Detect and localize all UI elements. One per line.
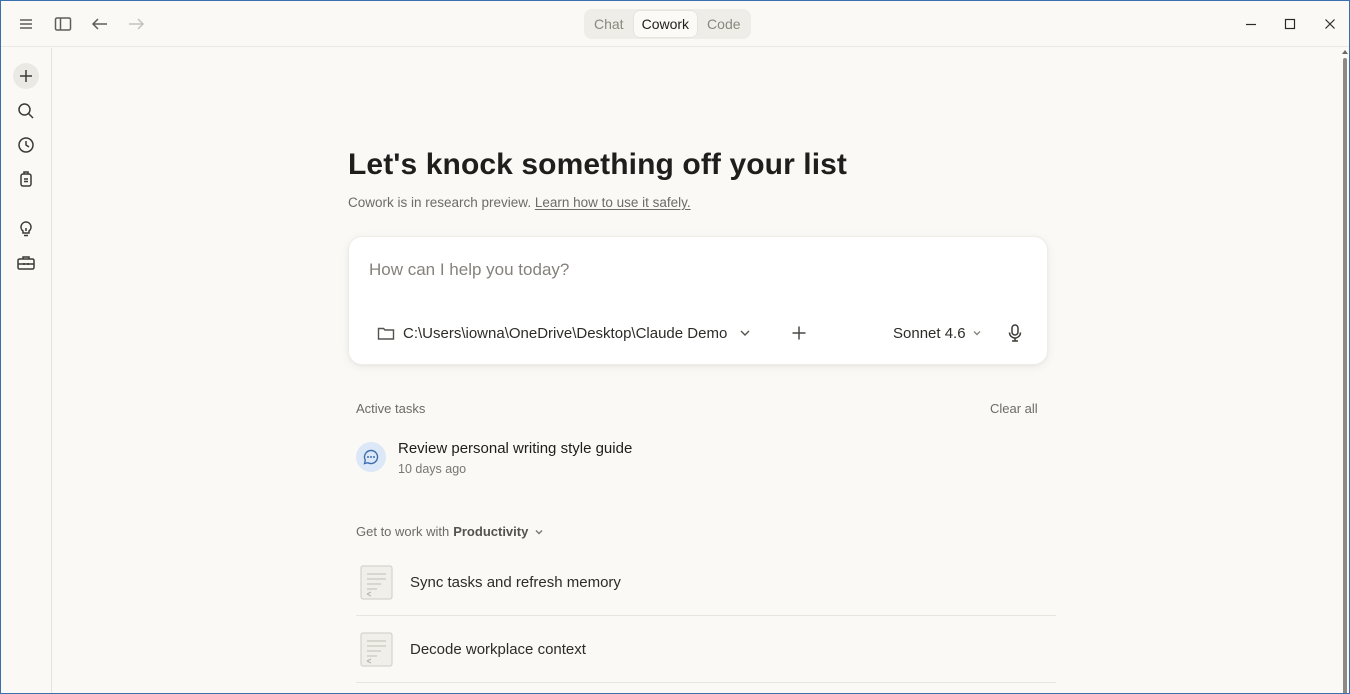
suggestion-label: Decode workplace context [410, 641, 586, 658]
search-button[interactable] [13, 98, 39, 124]
sidebar-toggle-icon[interactable] [50, 11, 76, 37]
page-title: Let's knock something off your list [348, 148, 848, 181]
folder-path: C:\Users\iowna\OneDrive\Desktop\Claude D… [403, 324, 728, 342]
mode-switch: Chat Cowork Code [584, 9, 751, 39]
voice-input-button[interactable] [1003, 321, 1027, 345]
category-prefix: Get to work with [356, 524, 450, 539]
preview-text: Cowork is in research preview. [348, 195, 532, 210]
clock-icon [17, 136, 35, 154]
task-title: Review personal writing style guide [398, 440, 633, 457]
document-icon [360, 632, 393, 667]
scroll-thumb[interactable] [1343, 58, 1347, 693]
suggestion-label: Sync tasks and refresh memory [410, 574, 621, 591]
research-preview-note: Cowork is in research preview. Learn how… [348, 195, 691, 210]
model-name: Sonnet 4.6 [893, 324, 966, 342]
folder-icon [377, 325, 395, 341]
document-icon [360, 565, 393, 600]
tab-code[interactable]: Code [699, 11, 748, 37]
active-tasks-label: Active tasks [356, 401, 426, 416]
main-content: Let's knock something off your list Cowo… [53, 48, 1343, 693]
briefcase-bag-icon [17, 170, 35, 188]
task-timestamp: 10 days ago [398, 462, 467, 476]
lightbulb-icon [17, 220, 35, 238]
plus-icon [18, 68, 34, 84]
microphone-icon [1007, 323, 1023, 343]
ideas-button[interactable] [13, 216, 39, 242]
forward-arrow-icon[interactable] [123, 11, 149, 37]
tools-button[interactable] [13, 250, 39, 276]
search-icon [17, 102, 35, 120]
projects-button[interactable] [13, 166, 39, 192]
history-button[interactable] [13, 132, 39, 158]
chevron-down-icon [739, 327, 751, 339]
folder-picker[interactable]: C:\Users\iowna\OneDrive\Desktop\Claude D… [377, 321, 751, 345]
prompt-input[interactable] [369, 257, 1029, 283]
suggestion-item[interactable]: Sync tasks and refresh memory [356, 550, 1056, 616]
add-attachment-button[interactable] [787, 321, 811, 345]
toolbox-icon [16, 254, 36, 272]
learn-safety-link[interactable]: Learn how to use it safely. [535, 195, 691, 210]
category-selector[interactable]: Get to work with Productivity [356, 524, 544, 539]
menu-icon[interactable] [13, 11, 39, 37]
task-item[interactable]: Review personal writing style guide 10 d… [356, 440, 1046, 484]
back-arrow-icon[interactable] [87, 11, 113, 37]
model-selector[interactable]: Sonnet 4.6 [893, 321, 982, 345]
maximize-icon[interactable] [1279, 13, 1301, 35]
chevron-down-icon [534, 527, 544, 537]
category-name: Productivity [453, 524, 529, 539]
close-icon[interactable] [1319, 13, 1341, 35]
plus-icon [791, 325, 807, 341]
task-avatar [356, 442, 386, 472]
new-task-button[interactable] [13, 63, 39, 89]
clear-all-button[interactable]: Clear all [990, 401, 1038, 416]
app-window: Chat Cowork Code Let's knock something o… [0, 0, 1350, 694]
minimize-icon[interactable] [1240, 13, 1262, 35]
scrollbar[interactable] [1341, 48, 1348, 693]
chat-bubble-icon [362, 448, 380, 466]
chevron-down-icon [972, 328, 982, 338]
suggestion-item[interactable]: Decode workplace context [356, 617, 1056, 683]
title-bar: Chat Cowork Code [1, 1, 1349, 47]
tab-cowork[interactable]: Cowork [633, 11, 698, 37]
sidebar [1, 48, 52, 693]
scroll-up-arrow[interactable] [1342, 50, 1348, 54]
composer: C:\Users\iowna\OneDrive\Desktop\Claude D… [348, 236, 1048, 365]
tab-chat[interactable]: Chat [586, 11, 632, 37]
